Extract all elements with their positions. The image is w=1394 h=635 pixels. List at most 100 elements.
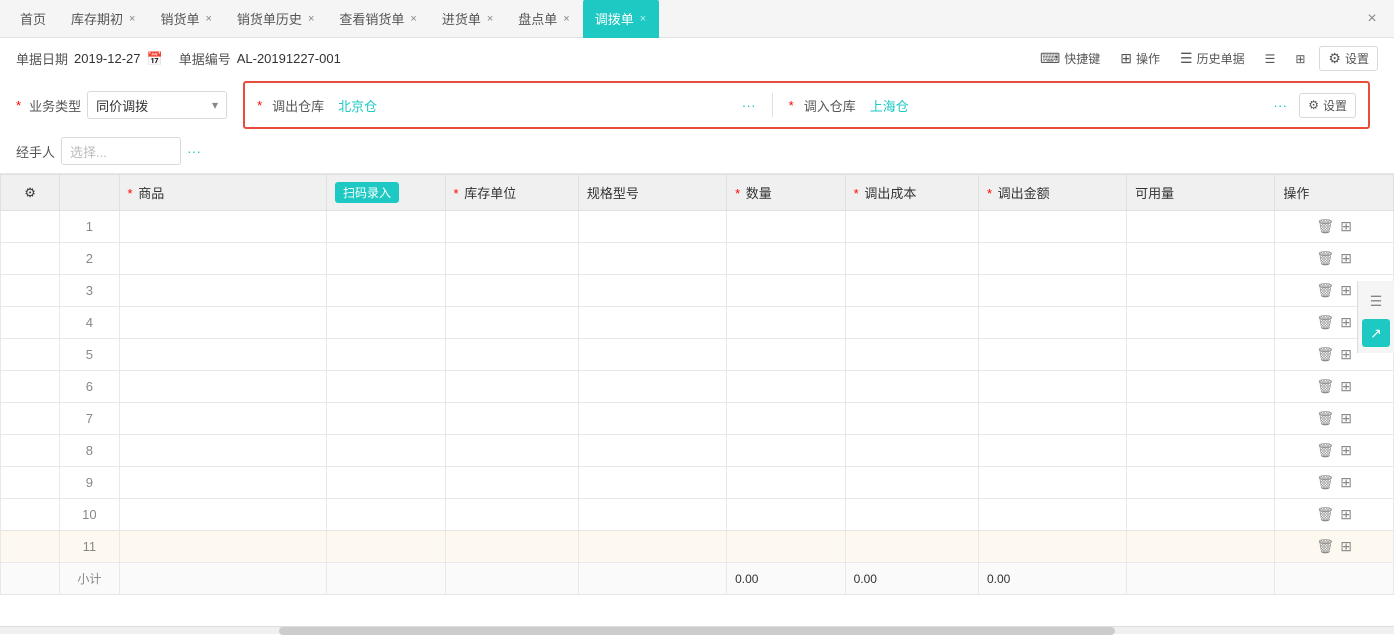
row-avail-cell[interactable] — [1127, 403, 1275, 435]
history-button[interactable]: ☰ 历史单据 — [1174, 47, 1251, 70]
row-avail-cell[interactable] — [1127, 275, 1275, 307]
row-qty-cell[interactable] — [727, 243, 846, 275]
row-copy-button[interactable]: ⊞ — [1340, 442, 1352, 458]
operation-button[interactable]: ⊞ 操作 — [1114, 47, 1166, 70]
row-amount-cell[interactable] — [978, 371, 1126, 403]
row-unit-cell[interactable] — [445, 499, 578, 531]
row-amount-cell[interactable] — [978, 499, 1126, 531]
row-amount-cell[interactable] — [978, 467, 1126, 499]
transfer-out-more-icon[interactable]: ··· — [742, 97, 756, 113]
row-spec-cell[interactable] — [578, 339, 726, 371]
row-cost-cell[interactable] — [845, 467, 978, 499]
row-cost-cell[interactable] — [845, 339, 978, 371]
tab-inventory-init[interactable]: 库存期初 × — [59, 0, 148, 38]
row-amount-cell[interactable] — [978, 211, 1126, 243]
calendar-icon[interactable]: 📅 — [147, 51, 163, 67]
row-copy-button[interactable]: ⊞ — [1340, 506, 1352, 522]
row-barcode-cell[interactable] — [326, 371, 445, 403]
row-product-cell[interactable] — [119, 211, 326, 243]
tab-purchase-close[interactable]: × — [487, 13, 493, 25]
row-qty-cell[interactable] — [727, 531, 846, 563]
row-barcode-cell[interactable] — [326, 531, 445, 563]
row-avail-cell[interactable] — [1127, 499, 1275, 531]
settings-button[interactable]: ⚙ 设置 — [1319, 46, 1378, 71]
row-unit-cell[interactable] — [445, 531, 578, 563]
row-delete-button[interactable]: 🗑 — [1316, 538, 1334, 554]
tab-sales-history[interactable]: 销货单历史 × — [225, 0, 327, 38]
row-barcode-cell[interactable] — [326, 467, 445, 499]
row-avail-cell[interactable] — [1127, 467, 1275, 499]
transfer-in-more-icon[interactable]: ··· — [1273, 97, 1287, 113]
row-product-cell[interactable] — [119, 307, 326, 339]
row-spec-cell[interactable] — [578, 211, 726, 243]
row-copy-button[interactable]: ⊞ — [1340, 250, 1352, 266]
row-unit-cell[interactable] — [445, 435, 578, 467]
row-avail-cell[interactable] — [1127, 243, 1275, 275]
row-avail-cell[interactable] — [1127, 531, 1275, 563]
row-avail-cell[interactable] — [1127, 211, 1275, 243]
row-barcode-cell[interactable] — [326, 499, 445, 531]
tab-home[interactable]: 首页 — [8, 0, 59, 38]
row-unit-cell[interactable] — [445, 307, 578, 339]
row-delete-button[interactable]: 🗑 — [1316, 314, 1334, 330]
col-header-gear[interactable]: ⚙ — [1, 175, 60, 211]
row-amount-cell[interactable] — [978, 339, 1126, 371]
row-delete-button[interactable]: 🗑 — [1316, 378, 1334, 394]
row-spec-cell[interactable] — [578, 307, 726, 339]
row-delete-button[interactable]: 🗑 — [1316, 346, 1334, 362]
row-barcode-cell[interactable] — [326, 275, 445, 307]
window-close-button[interactable]: × — [1358, 5, 1386, 33]
row-qty-cell[interactable] — [727, 339, 846, 371]
row-copy-button[interactable]: ⊞ — [1340, 474, 1352, 490]
row-cost-cell[interactable] — [845, 275, 978, 307]
row-barcode-cell[interactable] — [326, 307, 445, 339]
row-qty-cell[interactable] — [727, 211, 846, 243]
row-qty-cell[interactable] — [727, 435, 846, 467]
tab-stocktake[interactable]: 盘点单 × — [506, 0, 582, 38]
row-copy-button[interactable]: ⊞ — [1340, 282, 1352, 298]
row-delete-button[interactable]: 🗑 — [1316, 250, 1334, 266]
row-qty-cell[interactable] — [727, 275, 846, 307]
row-cost-cell[interactable] — [845, 403, 978, 435]
row-amount-cell[interactable] — [978, 435, 1126, 467]
row-spec-cell[interactable] — [578, 403, 726, 435]
row-cost-cell[interactable] — [845, 531, 978, 563]
row-avail-cell[interactable] — [1127, 435, 1275, 467]
row-product-cell[interactable] — [119, 243, 326, 275]
row-unit-cell[interactable] — [445, 211, 578, 243]
row-spec-cell[interactable] — [578, 275, 726, 307]
tab-sales-order-close[interactable]: × — [205, 13, 211, 25]
row-amount-cell[interactable] — [978, 307, 1126, 339]
row-cost-cell[interactable] — [845, 211, 978, 243]
row-spec-cell[interactable] — [578, 499, 726, 531]
row-amount-cell[interactable] — [978, 275, 1126, 307]
row-amount-cell[interactable] — [978, 531, 1126, 563]
row-qty-cell[interactable] — [727, 467, 846, 499]
row-product-cell[interactable] — [119, 371, 326, 403]
view-toggle-1[interactable]: ☰ — [1259, 49, 1282, 69]
row-barcode-cell[interactable] — [326, 435, 445, 467]
row-copy-button[interactable]: ⊞ — [1340, 410, 1352, 426]
row-spec-cell[interactable] — [578, 531, 726, 563]
operator-input[interactable]: 选择... — [61, 137, 181, 165]
row-amount-cell[interactable] — [978, 243, 1126, 275]
row-product-cell[interactable] — [119, 499, 326, 531]
tab-transfer[interactable]: 调拨单 × — [583, 0, 659, 38]
tab-view-sales[interactable]: 查看销货单 × — [327, 0, 429, 38]
row-unit-cell[interactable] — [445, 467, 578, 499]
side-list-btn[interactable]: ☰ — [1362, 287, 1390, 315]
tab-sales-history-close[interactable]: × — [308, 13, 314, 25]
business-type-select[interactable]: 同价调拨 ▾ — [87, 91, 227, 119]
shortcut-button[interactable]: ⌨ 快捷键 — [1034, 47, 1106, 70]
row-spec-cell[interactable] — [578, 467, 726, 499]
row-delete-button[interactable]: 🗑 — [1316, 474, 1334, 490]
row-cost-cell[interactable] — [845, 243, 978, 275]
row-cost-cell[interactable] — [845, 307, 978, 339]
row-qty-cell[interactable] — [727, 371, 846, 403]
warehouse-settings-button[interactable]: ⚙ 设置 — [1299, 93, 1356, 118]
col-header-barcode[interactable]: 扫码录入 — [326, 175, 445, 211]
row-product-cell[interactable] — [119, 403, 326, 435]
row-qty-cell[interactable] — [727, 307, 846, 339]
row-delete-button[interactable]: 🗑 — [1316, 410, 1334, 426]
row-copy-button[interactable]: ⊞ — [1340, 314, 1352, 330]
